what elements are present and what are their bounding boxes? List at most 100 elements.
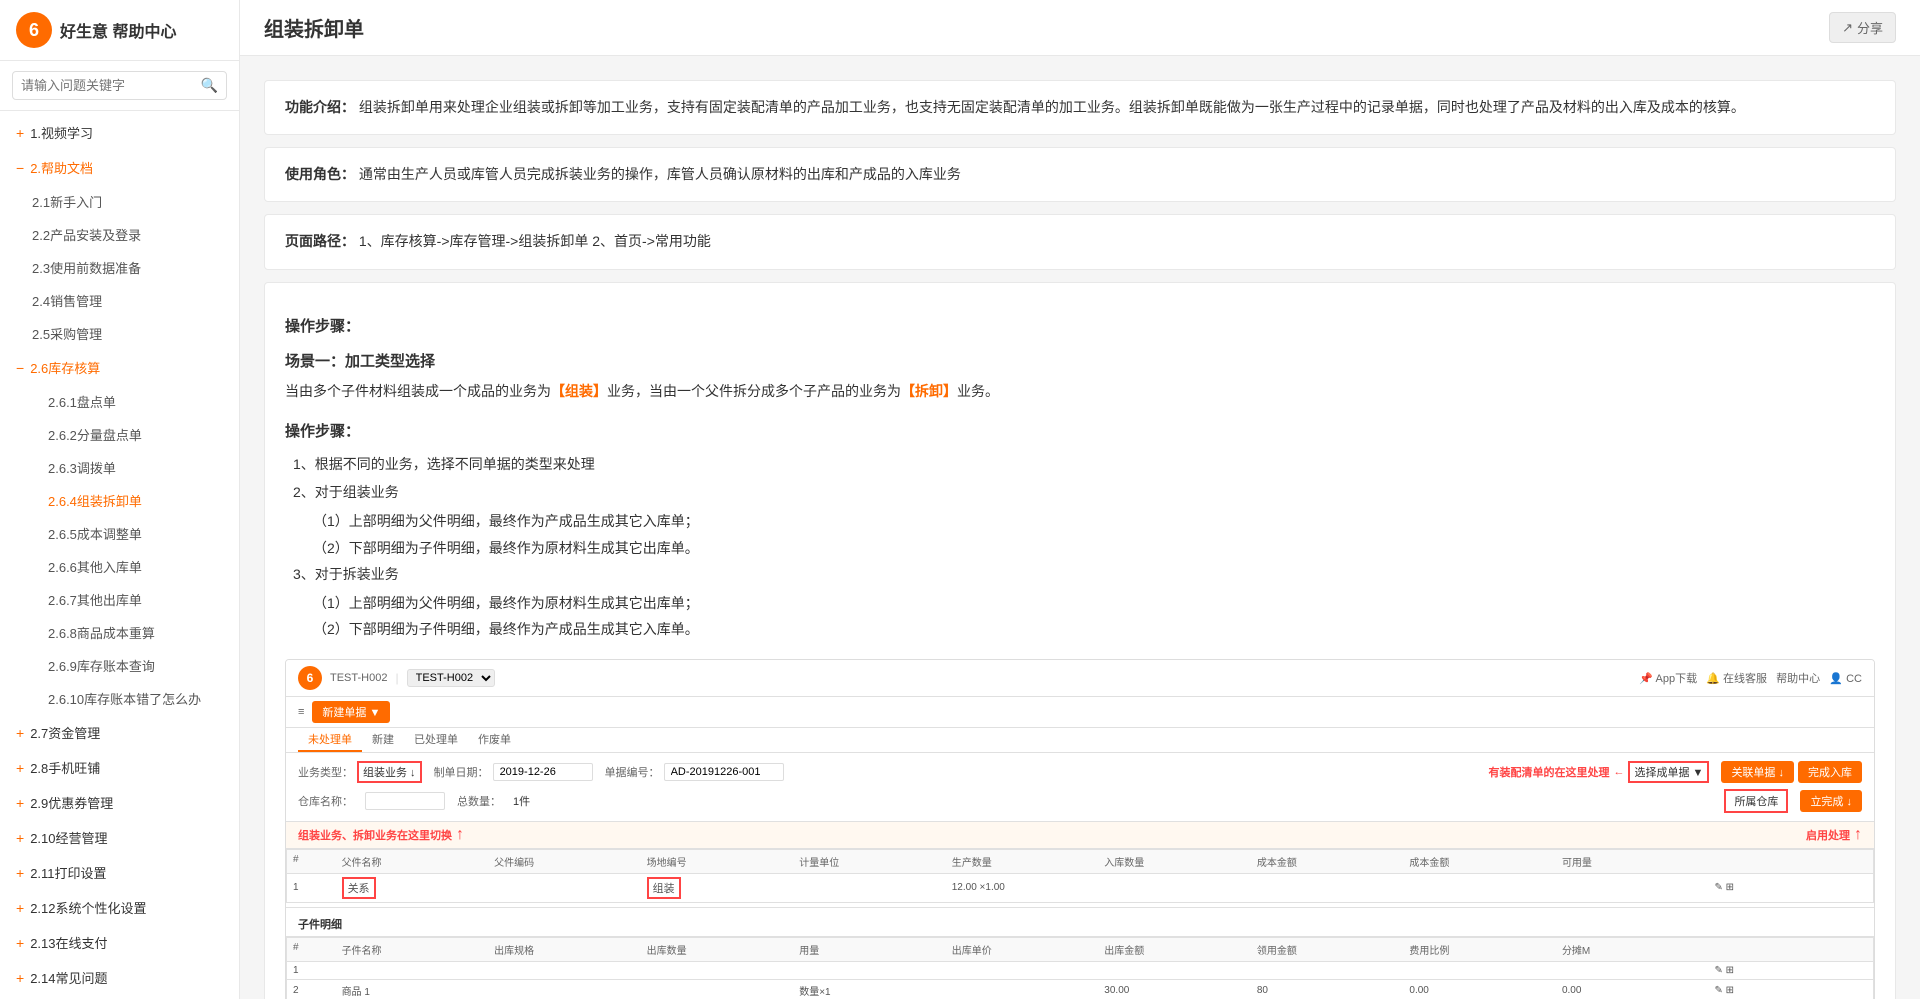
sidebar-item-stockerror[interactable]: 2.6.10库存账本错了怎么办 <box>0 682 239 715</box>
mock-lower-action-2: ✎ ⊞ <box>1714 985 1867 996</box>
sidebar-item-payment[interactable]: + 2.13在线支付 <box>0 925 239 960</box>
mock-bill-input[interactable] <box>664 763 784 781</box>
sidebar-item-cases[interactable]: + 2.15操作案例 <box>0 995 239 999</box>
mock-col-in-qty: 入库数量 <box>1104 854 1257 869</box>
section-divider <box>286 907 1874 908</box>
share-label: 分享 <box>1857 18 1883 37</box>
sidebar-item-label: 2.13在线支付 <box>30 933 107 952</box>
sidebar-item-coupon[interactable]: + 2.9优惠券管理 <box>0 785 239 820</box>
sidebar-item-system[interactable]: + 2.12系统个性化设置 <box>0 890 239 925</box>
sidebar-item-stocktake[interactable]: 2.6.1盘点单 <box>0 385 239 418</box>
sidebar-item-print[interactable]: + 2.11打印设置 <box>0 855 239 890</box>
mock-lower-useamount-2: 80 <box>1257 985 1410 996</box>
role-block: 使用角色： 通常由生产人员或库管人员完成拆装业务的操作，库管人员确认原材料的出库… <box>264 147 1896 202</box>
sidebar-item-inbound[interactable]: 2.6.6其他入库单 <box>0 550 239 583</box>
mock-nav-icon: ≡ <box>298 706 304 718</box>
mock-nav-bar: ≡ 新建单据 ▼ <box>286 697 1874 728</box>
app-logo: 6 <box>16 12 52 48</box>
mock-new-btn[interactable]: 新建单据 ▼ <box>312 701 390 723</box>
mock-select-btn[interactable]: 选择成单据 ▼ <box>1628 761 1709 783</box>
mock-confirm-btn[interactable]: 立完成 ↓ <box>1800 790 1862 812</box>
sidebar-item-assembly[interactable]: 2.6.4组装拆卸单 <box>0 484 239 517</box>
mock-upper-location: 组装 <box>647 877 800 899</box>
sidebar-item-purchase[interactable]: 2.5采购管理 <box>0 317 239 350</box>
sidebar-item-mobile[interactable]: + 2.8手机旺铺 <box>0 750 239 785</box>
sidebar-item-newbie[interactable]: 2.1新手入门 <box>0 185 239 218</box>
sidebar-item-finance[interactable]: + 2.7资金管理 <box>0 715 239 750</box>
mock-action-btn[interactable]: 关联单据 ↓ <box>1721 761 1794 783</box>
mock-tab-void[interactable]: 作废单 <box>468 728 521 752</box>
screenshot-container: 6 TEST-H002 | TEST-H002 📌 App下载 🔔 在线客服 帮… <box>285 659 1875 999</box>
sidebar-item-label: 2.6.8商品成本重算 <box>48 623 155 642</box>
path-text: 1、库存核算->库存管理->组装拆卸单 2、首页->常用功能 <box>359 233 711 249</box>
mock-col-location: 场地编号 <box>647 854 800 869</box>
mock-form-row2: 仓库名称： 总数量： 1件 所属仓库 立完成 ↓ <box>298 789 1862 813</box>
mock-lower-col-amount: 出库金额 <box>1104 942 1257 957</box>
sidebar-item-ops[interactable]: + 2.10经营管理 <box>0 820 239 855</box>
mock-upper-table: # 父件名称 父件编码 场地编号 计量单位 生产数量 入库数量 成本金额 成本金… <box>286 849 1874 903</box>
mock-lower-col-action <box>1714 942 1867 957</box>
collapse-icon: − <box>16 160 24 176</box>
mock-tabs: 未处理单 新建 已处理单 作废单 <box>286 728 1874 753</box>
search-icon[interactable]: 🔍 <box>201 77 218 94</box>
path-block: 页面路径： 1、库存核算->库存管理->组装拆卸单 2、首页->常用功能 <box>264 214 1896 269</box>
mock-lower-no-1: 1 <box>293 965 342 976</box>
sidebar-item-outbound[interactable]: 2.6.7其他出库单 <box>0 583 239 616</box>
mock-type-input[interactable]: 组装业务 ↓ <box>357 761 422 783</box>
sidebar-item-label: 2.6库存核算 <box>30 358 100 377</box>
sidebar-item-label: 2.6.1盘点单 <box>48 392 116 411</box>
mock-warehouse-label: 仓库名称： <box>298 793 353 809</box>
mock-parent-name-input[interactable]: 关系 <box>342 877 376 899</box>
sidebar-item-inventory[interactable]: − 2.6库存核算 <box>0 350 239 385</box>
search-box[interactable]: 🔍 <box>12 71 227 100</box>
sidebar-item-label: 1.视频学习 <box>30 123 93 142</box>
mock-location-input[interactable]: 组装 <box>647 877 681 899</box>
search-input[interactable] <box>21 78 201 93</box>
sidebar-item-label: 2.6.10库存账本错了怎么办 <box>48 689 201 708</box>
mock-annotation1-area: 有装配清单的在这里处理 ← 选择成单据 ▼ <box>1488 761 1709 783</box>
expand-icon: + <box>16 725 24 741</box>
path-label: 页面路径： <box>285 233 355 249</box>
sidebar-item-cost[interactable]: 2.6.5成本调整单 <box>0 517 239 550</box>
sidebar-item-adjust[interactable]: 2.6.3调拨单 <box>0 451 239 484</box>
sidebar-item-install[interactable]: 2.2产品安装及登录 <box>0 218 239 251</box>
mock-tab-new[interactable]: 新建 <box>362 728 404 752</box>
mock-upper-action: ✎ ⊞ <box>1714 882 1867 893</box>
share-button[interactable]: ↗ 分享 <box>1829 12 1896 43</box>
step-1: 1、根据不同的业务，选择不同单据的类型来处理 <box>293 451 1875 478</box>
mock-tab-unprocessed[interactable]: 未处理单 <box>298 728 362 752</box>
mock-col-action <box>1714 854 1867 869</box>
mock-tab-processed[interactable]: 已处理单 <box>404 728 468 752</box>
mock-complete-btn[interactable]: 完成入库 <box>1798 761 1862 783</box>
sidebar-item-faq[interactable]: + 2.14常见问题 <box>0 960 239 995</box>
mock-header-icons: 📌 App下载 🔔 在线客服 帮助中心 👤 CC <box>1639 670 1862 686</box>
step-2-sub2: （2）下部明细为子件明细，最终作为原材料生成其它出库单。 <box>313 535 1875 562</box>
sidebar-item-label: 2.6.4组装拆卸单 <box>48 491 142 510</box>
intro-label: 功能介绍： <box>285 99 355 115</box>
sidebar-item-label: 2.5采购管理 <box>32 324 102 343</box>
ops-title: 操作步骤： <box>285 315 1875 336</box>
app-title: 好生意 帮助中心 <box>60 18 176 42</box>
sidebar-item-sales[interactable]: 2.4销售管理 <box>0 284 239 317</box>
mock-lower-col-ratio: 费用比例 <box>1409 942 1562 957</box>
mock-lower-row-2: 2 商品 1 数量×1 30.00 80 0.00 0.00 ✎ ⊞ <box>286 980 1874 999</box>
page-title: 组装拆卸单 <box>264 13 364 42</box>
expand-icon: + <box>16 830 24 846</box>
nav-section: + 1.视频学习 − 2.帮助文档 2.1新手入门 2.2产品安装及登录 2.3… <box>0 111 239 999</box>
scenario-title: 场景一：加工类型选择 <box>285 350 1875 371</box>
mock-company-select[interactable]: TEST-H002 <box>407 669 495 687</box>
mock-lower-label: 子件明细 <box>286 912 1874 937</box>
steps-title: 操作步骤： <box>285 420 1875 441</box>
sidebar-item-split[interactable]: 2.6.2分量盘点单 <box>0 418 239 451</box>
sidebar-item-data[interactable]: 2.3使用前数据准备 <box>0 251 239 284</box>
mock-warehouse-select[interactable]: 所属仓库 <box>1724 789 1788 813</box>
sidebar-item-costcalc[interactable]: 2.6.8商品成本重算 <box>0 616 239 649</box>
mock-upper-row-1: 1 关系 组装 12.00 ×1.00 <box>286 874 1874 903</box>
sidebar-item-docs[interactable]: − 2.帮助文档 <box>0 150 239 185</box>
sidebar-item-stockcheck[interactable]: 2.6.9库存账本查询 <box>0 649 239 682</box>
sidebar-item-video[interactable]: + 1.视频学习 <box>0 115 239 150</box>
mock-warehouse-input[interactable] <box>365 792 445 810</box>
screenshot-mockup: 6 TEST-H002 | TEST-H002 📌 App下载 🔔 在线客服 帮… <box>286 660 1874 999</box>
mock-date-input[interactable] <box>493 763 593 781</box>
mock-date-label: 制单日期： <box>434 764 489 780</box>
